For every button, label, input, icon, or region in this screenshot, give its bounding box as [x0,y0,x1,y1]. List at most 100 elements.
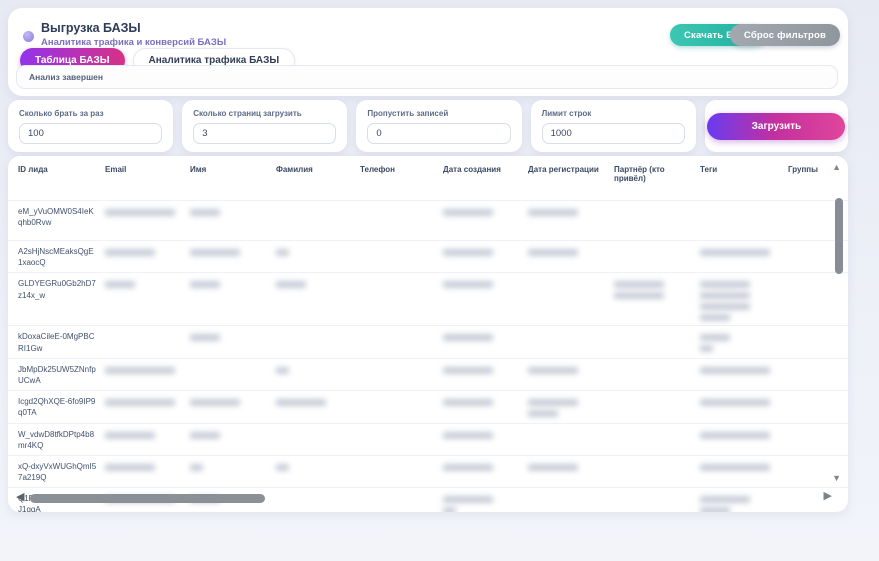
cell-tags [700,391,788,422]
scroll-down-icon[interactable]: ▼ [832,474,841,483]
column-header-phone[interactable]: Телефон [360,165,443,183]
cell-registered [528,273,614,325]
redacted-content [528,396,606,418]
redacted-content [276,461,352,471]
redacted-content [190,331,268,342]
redacted-content [105,364,182,374]
cell-name [190,359,276,390]
redacted-content [105,396,182,407]
cell-name [190,241,276,272]
redacted-content [528,461,606,471]
redacted-content [443,461,520,471]
column-header-surname[interactable]: Фамилия [276,165,360,183]
column-header-name[interactable]: Имя [190,165,276,183]
cell-tags [700,456,788,487]
cell-phone [360,359,443,390]
table-row[interactable]: eM_yVuOMW0S4IeKqhb0Rvw [8,200,848,240]
cell-id: W_vdwD8tfkDPtp4b8mr4KQ [18,429,95,450]
cell-email [105,456,190,487]
cell-created [443,391,528,422]
column-header-partner[interactable]: Партнёр (кто привёл) [614,165,700,183]
column-header-created[interactable]: Дата создания [443,165,528,183]
cell-phone [360,273,443,325]
column-header-tags[interactable]: Теги [700,165,788,183]
redacted-content [190,429,268,439]
column-header-registered[interactable]: Дата регистрации [528,165,614,183]
header-card: Выгрузка БАЗЫ Аналитика трафика и конвер… [8,8,848,96]
row-limit-input[interactable] [541,123,685,144]
cell-id: kDoxaCileE-0MgPBCRI1Gw [18,332,95,353]
table-row[interactable]: GLDYEGRu0Gb2hD7z14x_w [8,272,848,325]
cell-surname [276,488,360,512]
table-row[interactable]: kDoxaCileE-0MgPBCRI1Gw [8,325,848,357]
redacted-content [276,278,352,289]
horizontal-scrollbar-thumb[interactable] [30,494,265,503]
redacted-content [700,396,780,407]
load-button-card: Загрузить [704,100,849,152]
table-row[interactable]: xQ-dxyVxWUGhQmI57a219Q [8,454,848,487]
cell-surname [276,359,360,390]
column-header-id[interactable]: ID лида [18,165,105,183]
reset-filters-button[interactable]: Сброс фильтров [729,24,840,46]
cell-tags [700,359,788,390]
redacted-content [443,364,520,374]
redacted-content [700,278,780,322]
cell-id: xQ-dxyVxWUGhQmI57a219Q [18,461,97,483]
redacted-content [443,278,520,289]
cell-created [443,359,528,390]
redacted-content [700,461,780,471]
filter-label: Сколько страниц загрузить [193,109,302,118]
column-header-email[interactable]: Email [105,165,190,183]
cell-partner [614,273,700,325]
redacted-content [700,493,780,512]
cell-id: Icgd2QhXQE-6fo9IP9q0TA [18,397,96,418]
table-row[interactable]: W_vdwD8tfkDPtp4b8mr4KQ [8,422,848,455]
cell-id: JbMpDk25UW5ZNnfpUCwA [18,364,96,385]
cell-partner [614,359,700,390]
cell-created [443,273,528,325]
cell-name [190,273,276,325]
cell-created [443,424,528,455]
filter-pages-count: Сколько страниц загрузить [182,100,348,152]
cell-tags [700,241,788,272]
cell-groups [788,326,848,357]
cell-email [105,201,190,232]
scroll-left-icon[interactable]: ◀ [16,492,24,503]
analysis-status-bar: Анализ завершен [16,65,838,89]
load-button[interactable]: Загрузить [707,112,846,140]
cell-email [105,424,190,455]
cell-surname [276,201,360,232]
cell-registered [528,488,614,512]
cell-phone [360,456,443,487]
redacted-content [276,246,352,256]
cell-partner [614,424,700,455]
scroll-up-icon[interactable]: ▲ [832,163,841,172]
redacted-content [190,278,268,289]
cell-registered [528,424,614,455]
batch-size-input[interactable] [19,123,163,144]
table-row[interactable]: A2sHjNscMEaksQgE1xaocQ [8,240,848,272]
filter-label: Пропустить записей [367,109,449,118]
cell-surname [276,456,360,487]
table-body: eM_yVuOMW0S4IeKqhb0Rvw A2sHjNscMEaksQgE1x… [8,200,848,512]
table-row[interactable]: JbMpDk25UW5ZNnfpUCwA [8,357,848,390]
table-row[interactable]: Icgd2QhXQE-6fo9IP9q0TA [8,390,848,422]
cell-tags [700,273,788,325]
progress-bar [665,74,825,81]
cell-partner [614,456,700,487]
cell-surname [276,326,360,357]
cell-phone [360,326,443,357]
filter-row: Сколько брать за раз Сколько страниц заг… [8,100,849,152]
page-title: Выгрузка БАЗЫ [41,21,141,35]
skip-records-input[interactable] [367,123,511,144]
redacted-content [700,364,780,374]
scroll-right-icon[interactable]: ▶ [824,491,832,502]
cell-tags [700,488,788,512]
cell-created [443,326,528,357]
redacted-content [443,396,520,407]
cell-email [105,326,190,357]
cell-partner [614,391,700,422]
vertical-scrollbar-thumb[interactable] [835,198,843,274]
redacted-content [443,429,520,439]
pages-count-input[interactable] [193,123,337,144]
